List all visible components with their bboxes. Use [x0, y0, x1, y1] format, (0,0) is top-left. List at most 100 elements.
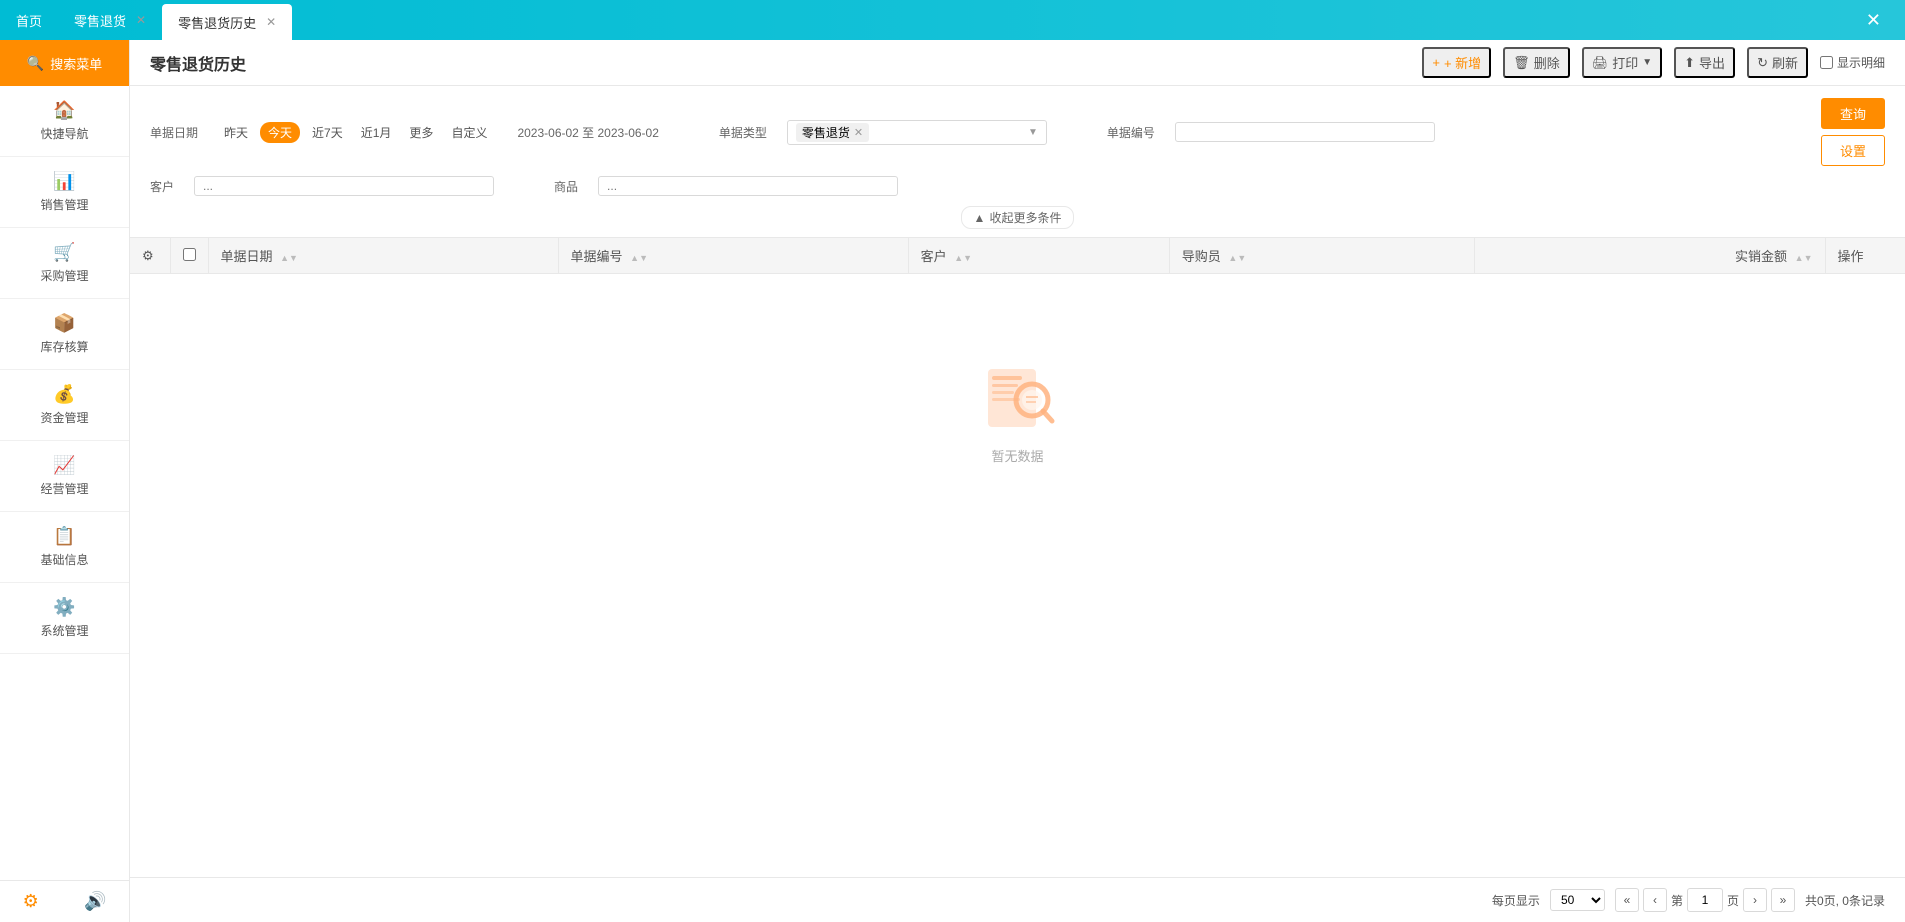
voucher-type-tag-close[interactable]: ✕ — [854, 126, 863, 139]
sidebar-item-purchase-mgmt[interactable]: 🛒 采购管理 — [0, 228, 129, 299]
display-detail-input[interactable] — [1820, 56, 1833, 69]
page-label: 第 — [1671, 892, 1683, 909]
sidebar-item-sales-mgmt[interactable]: 📊 销售管理 — [0, 157, 129, 228]
sidebar-item-operation-label: 经营管理 — [40, 480, 88, 497]
th-amount[interactable]: 实销金额 ▲▼ — [1475, 238, 1825, 274]
collapse-row: ▲ 收起更多条件 — [150, 206, 1885, 229]
last-page-button[interactable]: » — [1771, 888, 1795, 912]
th-no-sort: ▲▼ — [630, 253, 648, 263]
date-option-today[interactable]: 今天 — [260, 122, 300, 143]
th-action: 操作 — [1825, 238, 1905, 274]
goods-label: 商品 — [554, 178, 578, 195]
page-suffix: 页 — [1727, 892, 1739, 909]
first-page-button[interactable]: « — [1615, 888, 1639, 912]
tab-retail-return-history[interactable]: 零售退货历史 ✕ — [162, 4, 292, 40]
finance-icon: 💰 — [53, 384, 75, 405]
tab-retail-return[interactable]: 零售退货 ✕ — [58, 0, 162, 40]
refresh-button-label: 刷新 — [1772, 53, 1798, 72]
next-page-button[interactable]: › — [1743, 888, 1767, 912]
th-action-label: 操作 — [1838, 249, 1864, 264]
export-icon: ⬆ — [1684, 55, 1695, 71]
sidebar-search-label: 搜索菜单 — [50, 54, 102, 73]
delete-button[interactable]: 🗑 删除 — [1503, 47, 1570, 78]
prev-page-button[interactable]: ‹ — [1643, 888, 1667, 912]
th-settings[interactable]: ⚙ — [130, 238, 170, 274]
page-actions: + + 新增 🗑 删除 🖨 打印 ▼ ⬆ 导出 ↻ — [1422, 47, 1885, 78]
th-no-label: 单据编号 — [571, 249, 623, 264]
per-page-select[interactable]: 10 20 50 100 — [1550, 889, 1605, 911]
sidebar-item-basic-info[interactable]: 📋 基础信息 — [0, 512, 129, 583]
tab-retail-return-label: 零售退货 — [74, 11, 126, 30]
no-data-area: 暂无数据 — [130, 274, 1905, 545]
settings-bottom-icon[interactable]: ⚙ — [23, 891, 39, 912]
goods-input-wrap — [598, 176, 898, 196]
print-button[interactable]: 🖨 打印 ▼ — [1582, 47, 1662, 78]
delete-icon: 🗑 — [1513, 55, 1530, 71]
voucher-no-input[interactable] — [1184, 125, 1426, 139]
display-detail-checkbox[interactable]: 显示明细 — [1820, 54, 1885, 71]
tab-home-label: 首页 — [16, 11, 42, 30]
sidebar-item-purchase-mgmt-label: 采购管理 — [40, 267, 88, 284]
operation-icon: 📈 — [53, 455, 75, 476]
voucher-type-tag-value: 零售退货 — [802, 124, 850, 141]
sidebar-item-quick-nav-label: 快捷导航 — [40, 125, 88, 142]
date-option-more[interactable]: 更多 — [403, 122, 439, 143]
th-customer-label: 客户 — [921, 249, 947, 264]
tab-retail-return-close[interactable]: ✕ — [136, 13, 146, 27]
set-button[interactable]: 设置 — [1821, 135, 1885, 166]
window-close-button[interactable]: ✕ — [1858, 10, 1889, 31]
sidebar-nav: 🏠 快捷导航 📊 销售管理 🛒 采购管理 📦 库存核算 💰 资金管理 📈 — [0, 86, 129, 880]
tab-retail-return-history-close[interactable]: ✕ — [266, 15, 276, 29]
add-icon: + — [1432, 55, 1440, 70]
goods-input[interactable] — [607, 179, 889, 193]
voucher-type-label: 单据类型 — [719, 124, 767, 141]
sidebar-search[interactable]: 🔍 搜索菜单 — [0, 40, 129, 86]
date-option-yesterday[interactable]: 昨天 — [218, 122, 254, 143]
display-detail-label: 显示明细 — [1837, 54, 1885, 71]
sidebar-item-system-mgmt[interactable]: ⚙️ 系统管理 — [0, 583, 129, 654]
sidebar-item-operation[interactable]: 📈 经营管理 — [0, 441, 129, 512]
export-button-label: 导出 — [1699, 53, 1725, 72]
total-info: 共0页, 0条记录 — [1805, 892, 1885, 909]
voucher-type-select[interactable]: 零售退货 ✕ ▼ — [787, 120, 1047, 145]
no-data-illustration — [978, 354, 1058, 434]
select-all-checkbox[interactable] — [183, 248, 196, 261]
customer-input[interactable] — [203, 179, 485, 193]
date-option-7days[interactable]: 近7天 — [306, 122, 349, 143]
page-input[interactable] — [1687, 888, 1723, 912]
date-option-1month[interactable]: 近1月 — [355, 122, 398, 143]
th-guide-label: 导购员 — [1182, 249, 1221, 264]
print-dropdown-icon: ▼ — [1642, 57, 1652, 68]
th-date[interactable]: 单据日期 ▲▼ — [208, 238, 558, 274]
filter-row-2: 客户 商品 — [150, 176, 1885, 196]
sidebar-item-quick-nav[interactable]: 🏠 快捷导航 — [0, 86, 129, 157]
sidebar-item-inventory-label: 库存核算 — [40, 338, 88, 355]
sidebar-item-basic-info-label: 基础信息 — [40, 551, 88, 568]
collapse-button[interactable]: ▲ 收起更多条件 — [961, 206, 1075, 229]
refresh-button[interactable]: ↻ 刷新 — [1747, 47, 1808, 78]
add-button[interactable]: + + 新增 — [1422, 47, 1491, 78]
volume-icon[interactable]: 🔊 — [84, 891, 106, 912]
sidebar-item-finance-label: 资金管理 — [40, 409, 88, 426]
sidebar-item-finance[interactable]: 💰 资金管理 — [0, 370, 129, 441]
main-layout: 🔍 搜索菜单 🏠 快捷导航 📊 销售管理 🛒 采购管理 📦 库存核算 💰 — [0, 40, 1905, 922]
tab-home[interactable]: 首页 — [0, 0, 58, 40]
date-option-custom[interactable]: 自定义 — [445, 122, 493, 143]
collapse-up-icon: ▲ — [974, 211, 986, 225]
voucher-no-input-wrap — [1175, 122, 1435, 142]
export-button[interactable]: ⬆ 导出 — [1674, 47, 1735, 78]
sidebar-item-system-mgmt-label: 系统管理 — [40, 622, 88, 639]
action-buttons-right: 查询 设置 — [1821, 98, 1885, 166]
th-no[interactable]: 单据编号 ▲▼ — [558, 238, 908, 274]
th-guide[interactable]: 导购员 ▲▼ — [1169, 238, 1475, 274]
th-guide-sort: ▲▼ — [1228, 253, 1246, 263]
inventory-icon: 📦 — [53, 313, 75, 334]
sales-mgmt-icon: 📊 — [53, 171, 75, 192]
voucher-date-label: 单据日期 — [150, 124, 198, 141]
th-checkbox[interactable] — [170, 238, 208, 274]
th-customer[interactable]: 客户 ▲▼ — [908, 238, 1169, 274]
query-button[interactable]: 查询 — [1821, 98, 1885, 129]
date-options: 昨天 今天 近7天 近1月 更多 自定义 — [218, 122, 493, 143]
tab-retail-return-history-label: 零售退货历史 — [178, 13, 256, 32]
sidebar-item-inventory[interactable]: 📦 库存核算 — [0, 299, 129, 370]
